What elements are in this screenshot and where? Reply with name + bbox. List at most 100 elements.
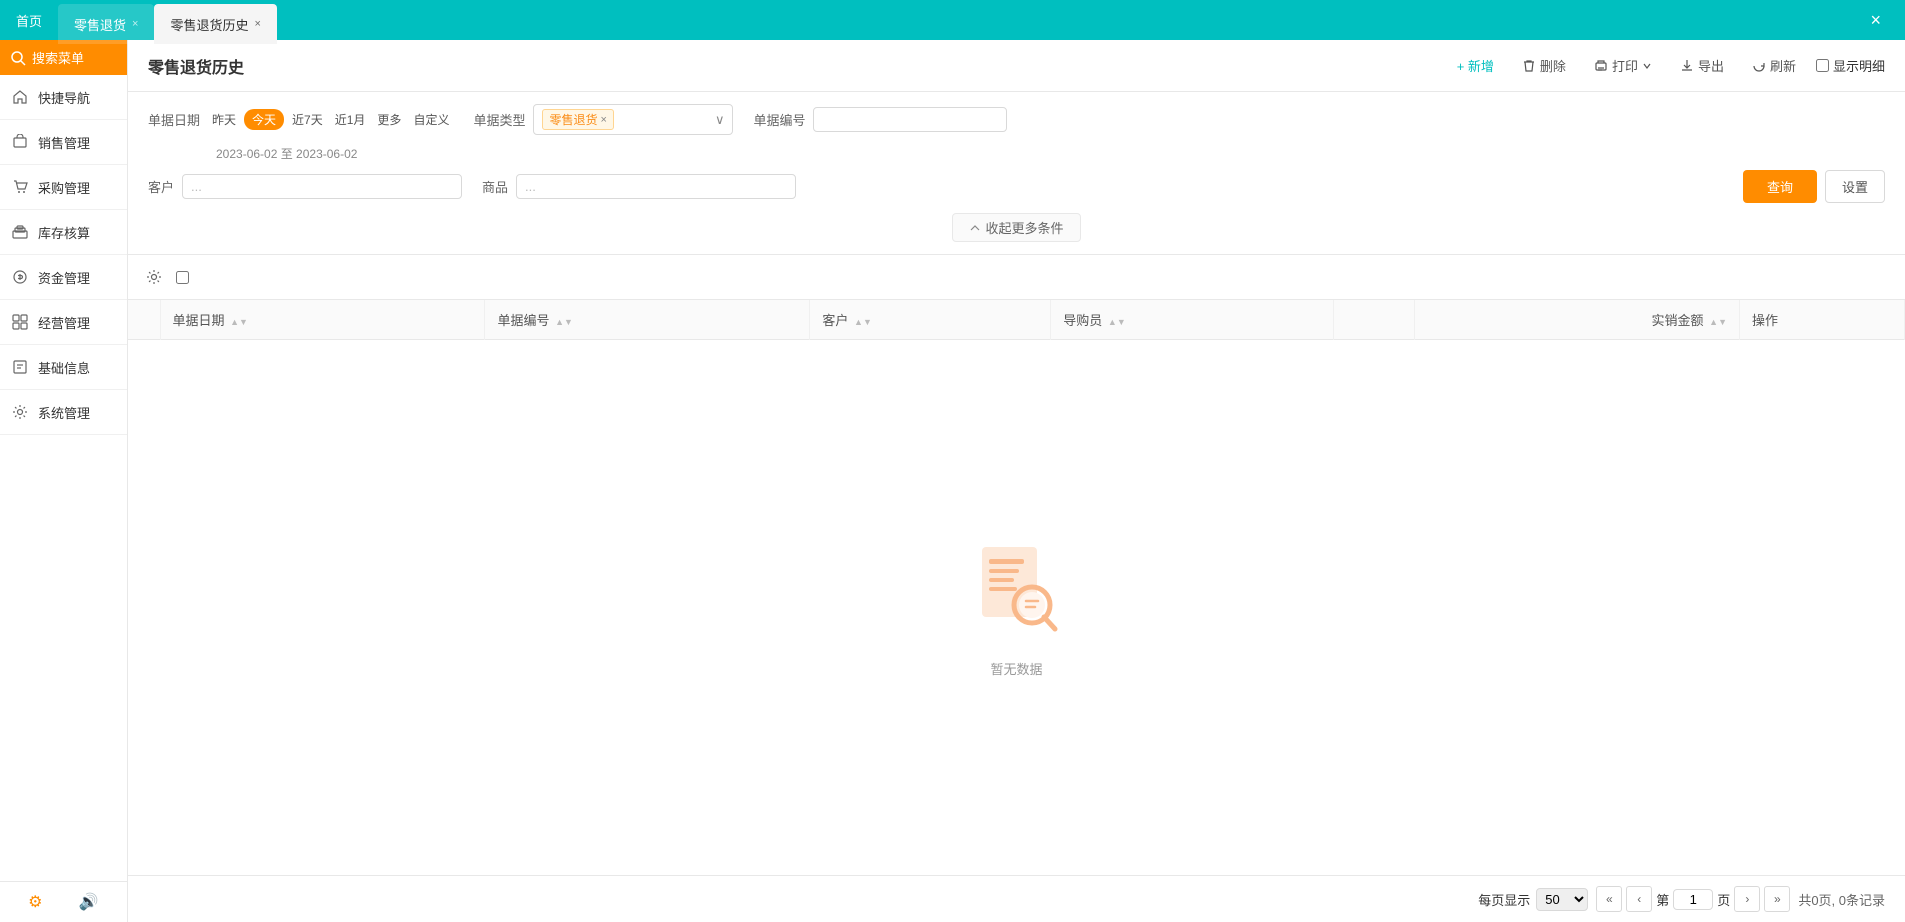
sidebar-item-basic-info-label: 基础信息 <box>38 358 90 377</box>
sidebar-item-basic-info[interactable]: 基础信息 <box>0 345 127 390</box>
empty-illustration <box>967 537 1067 647</box>
sidebar-item-finance[interactable]: 资金管理 <box>0 255 127 300</box>
type-filter-tag-remove[interactable]: × <box>600 114 606 126</box>
show-detail-checkbox[interactable] <box>1816 59 1829 72</box>
type-filter-arrow: ∨ <box>715 112 725 128</box>
date-filter-label: 单据日期 <box>148 110 200 129</box>
page-unit-label: 页 <box>1717 890 1730 909</box>
close-window-button[interactable]: × <box>1862 10 1889 31</box>
sidebar-item-quick-nav[interactable]: 快捷导航 <box>0 75 127 120</box>
delete-button[interactable]: 删除 <box>1514 52 1574 79</box>
export-button[interactable]: 导出 <box>1672 52 1732 79</box>
table-area: 单据日期 ▲▼ 单据编号 ▲▼ 客户 ▲▼ <box>128 255 1905 875</box>
customer-filter-input[interactable] <box>182 174 462 199</box>
pagination-bar: 每页显示 10 20 50 100 « ‹ 第 页 › » <box>128 875 1905 922</box>
date-shortcut-more[interactable]: 更多 <box>373 109 405 130</box>
settings-query-button[interactable]: 设置 <box>1825 170 1885 203</box>
type-filter-select[interactable]: 零售退货 × ∨ <box>533 104 733 135</box>
show-detail-checkbox-group: 显示明细 <box>1816 56 1885 75</box>
col-amount[interactable]: 实销金额 ▲▼ <box>1415 300 1740 340</box>
top-bar-right: × <box>1862 10 1905 31</box>
collapse-button[interactable]: 收起更多条件 <box>952 213 1080 242</box>
purchase-icon <box>10 177 30 197</box>
table-toolbar <box>128 255 1905 300</box>
filter-row-2: 客户 商品 查询 设置 <box>148 170 1885 203</box>
col-action: 操作 <box>1739 300 1904 340</box>
col-number[interactable]: 单据编号 ▲▼ <box>485 300 810 340</box>
new-button[interactable]: + 新增 <box>1449 52 1502 79</box>
number-filter-input[interactable] <box>813 107 1007 132</box>
page-actions: + 新增 删除 打印 导出 <box>1449 52 1885 79</box>
date-shortcut-last7[interactable]: 近7天 <box>288 109 327 130</box>
settings-icon[interactable]: ⚙ <box>28 892 42 912</box>
col-checkbox <box>128 300 160 340</box>
finance-icon <box>10 267 30 287</box>
col-customer[interactable]: 客户 ▲▼ <box>810 300 1051 340</box>
col-guide[interactable]: 导购员 ▲▼ <box>1051 300 1334 340</box>
col-date[interactable]: 单据日期 ▲▼ <box>160 300 485 340</box>
sidebar-item-finance-label: 资金管理 <box>38 268 90 287</box>
per-page-select[interactable]: 10 20 50 100 <box>1536 888 1588 911</box>
goods-filter-input[interactable] <box>516 174 796 199</box>
table-settings-button[interactable] <box>140 263 168 291</box>
per-page-group: 每页显示 10 20 50 100 <box>1478 888 1588 911</box>
date-filter: 单据日期 昨天 今天 近7天 近1月 更多 自定义 <box>148 109 453 130</box>
date-shortcut-yesterday[interactable]: 昨天 <box>208 109 240 130</box>
number-filter-label: 单据编号 <box>753 110 805 129</box>
tab-retail-return[interactable]: 零售退货 × <box>58 4 154 44</box>
type-filter: 单据类型 零售退货 × ∨ <box>473 104 733 135</box>
page-nav: « ‹ 第 页 › » <box>1596 886 1790 912</box>
last-page-button[interactable]: » <box>1764 886 1790 912</box>
volume-icon[interactable]: 🔊 <box>79 892 99 912</box>
page-total-label: 共0页, 0条记录 <box>1798 890 1885 909</box>
refresh-button-label: 刷新 <box>1770 56 1796 75</box>
system-icon <box>10 402 30 422</box>
first-page-button[interactable]: « <box>1596 886 1622 912</box>
number-filter: 单据编号 <box>753 107 1007 132</box>
new-button-label: + 新增 <box>1457 56 1494 75</box>
tab-retail-return-close[interactable]: × <box>132 18 138 30</box>
sidebar-item-purchase[interactable]: 采购管理 <box>0 165 127 210</box>
sidebar-item-operations-label: 经营管理 <box>38 313 90 332</box>
tab-retail-return-history-close[interactable]: × <box>254 18 260 30</box>
tab-retail-return-label: 零售退货 <box>74 15 126 34</box>
refresh-icon <box>1752 59 1766 73</box>
date-shortcut-today[interactable]: 今天 <box>244 109 284 130</box>
sidebar-bottom: ⚙ 🔊 <box>0 881 127 922</box>
sidebar-item-operations[interactable]: 经营管理 <box>0 300 127 345</box>
table-select-all-checkbox[interactable] <box>176 271 189 284</box>
next-page-button[interactable]: › <box>1734 886 1760 912</box>
sales-icon <box>10 132 30 152</box>
empty-state: 暂无数据 <box>128 340 1905 875</box>
page-title: 零售退货历史 <box>148 54 244 78</box>
tab-home[interactable]: 首页 <box>0 0 58 40</box>
date-shortcut-last1m[interactable]: 近1月 <box>331 109 370 130</box>
export-icon <box>1680 59 1694 73</box>
date-range-text: 2023-06-02 至 2023-06-02 <box>216 147 357 161</box>
page-number-input[interactable] <box>1673 889 1713 910</box>
sidebar-item-sales-label: 销售管理 <box>38 133 90 152</box>
tab-home-label: 首页 <box>16 11 42 30</box>
sidebar-item-system-label: 系统管理 <box>38 403 90 422</box>
goods-filter-label: 商品 <box>482 177 508 196</box>
print-button[interactable]: 打印 <box>1586 52 1660 79</box>
filter-row-1: 单据日期 昨天 今天 近7天 近1月 更多 自定义 单据类型 <box>148 104 1885 135</box>
date-shortcut-custom[interactable]: 自定义 <box>409 109 453 130</box>
delete-icon <box>1522 59 1536 73</box>
date-shortcuts: 昨天 今天 近7天 近1月 更多 自定义 <box>208 109 453 130</box>
export-button-label: 导出 <box>1698 56 1724 75</box>
page-label: 第 <box>1656 890 1669 909</box>
sidebar-search[interactable]: 搜索菜单 <box>0 40 127 75</box>
tab-retail-return-history[interactable]: 零售退货历史 × <box>154 4 276 44</box>
sidebar-item-system[interactable]: 系统管理 <box>0 390 127 435</box>
main-content: 零售退货历史 + 新增 删除 打印 <box>128 40 1905 922</box>
page-header: 零售退货历史 + 新增 删除 打印 <box>128 40 1905 92</box>
query-button[interactable]: 查询 <box>1743 170 1817 203</box>
refresh-button[interactable]: 刷新 <box>1744 52 1804 79</box>
prev-page-button[interactable]: ‹ <box>1626 886 1652 912</box>
sidebar-item-sales[interactable]: 销售管理 <box>0 120 127 165</box>
print-icon <box>1594 59 1608 73</box>
top-bar: 首页 零售退货 × 零售退货历史 × × <box>0 0 1905 40</box>
sidebar-item-inventory[interactable]: 库存核算 <box>0 210 127 255</box>
basic-info-icon <box>10 357 30 377</box>
